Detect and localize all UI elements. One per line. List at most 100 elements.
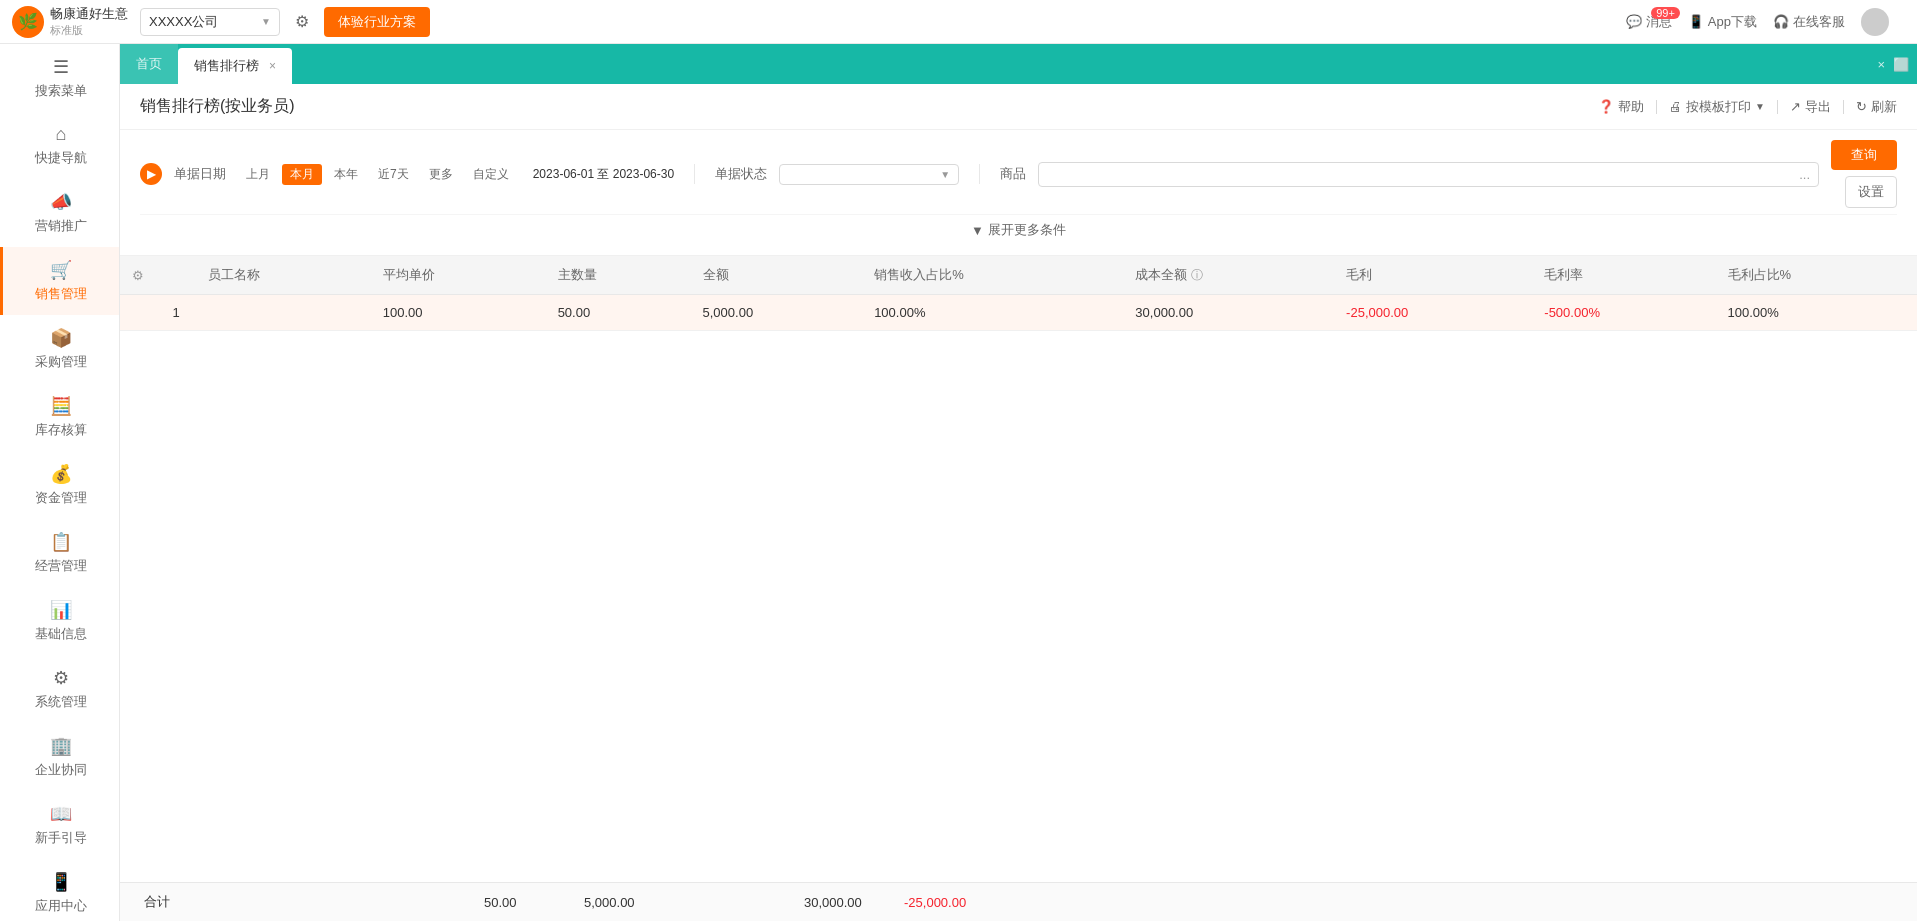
avatar[interactable]: [1861, 8, 1889, 36]
logo-icon: 🌿: [12, 6, 44, 38]
footer-cells: 50.00 5,000.00 30,000.00 -25,000.00: [212, 895, 1905, 910]
col-profit: 毛利: [1334, 256, 1532, 295]
divider1: [1656, 100, 1657, 114]
expand-more-btn[interactable]: ▼ 展开更多条件: [140, 214, 1897, 245]
cell-rank: 1: [156, 295, 196, 331]
company-name: XXXXX公司: [149, 13, 257, 31]
tab-bar: 首页 销售排行榜 × × ⬜: [120, 44, 1917, 84]
sidebar-item-inventory[interactable]: 🧮 库存核算: [0, 383, 119, 451]
date-tab-custom[interactable]: 自定义: [465, 164, 517, 185]
sidebar-item-system[interactable]: ⚙ 系统管理: [0, 655, 119, 723]
main-layout: ☰ 搜索菜单 ⌂ 快捷导航 📣 营销推广 🛒 销售管理 📦 采购管理 🧮 库存核…: [0, 44, 1917, 921]
tab-close-window-icon[interactable]: ×: [1877, 57, 1885, 72]
print-chevron-icon: ▼: [1755, 101, 1765, 112]
settings-button[interactable]: 设置: [1845, 176, 1897, 208]
sidebar-label-system: 系统管理: [35, 693, 87, 711]
filter-row-1: ▶ 单据日期 上月 本月 本年 近7天 更多 自定义 2023-06-01 至 …: [140, 140, 1897, 208]
print-icon: 🖨: [1669, 99, 1682, 114]
tab-home[interactable]: 首页: [120, 44, 178, 84]
sidebar-item-quick-nav[interactable]: ⌂ 快捷导航: [0, 112, 119, 179]
search-icon: ☰: [53, 56, 69, 78]
ellipsis-icon[interactable]: ...: [1799, 167, 1810, 182]
sidebar-item-marketing[interactable]: 📣 营销推广: [0, 179, 119, 247]
col-amount: 全额: [691, 256, 863, 295]
chevron-down-icon2: ▼: [940, 169, 950, 180]
inventory-icon: 🧮: [50, 395, 72, 417]
logo-area: 🌿 畅康通好生意 标准版: [12, 6, 132, 38]
chevron-down-icon: ▼: [261, 16, 271, 27]
app-download-button[interactable]: 📱 App下载: [1688, 13, 1757, 31]
app-icon: 📱: [50, 871, 72, 893]
tab-sales-rank-label: 销售排行榜: [194, 57, 259, 75]
page-title: 销售排行榜(按业务员): [140, 96, 295, 117]
header-actions: ❓ 帮助 🖨 按模板打印 ▼ ↗ 导出: [1598, 98, 1897, 116]
tab-close-icon[interactable]: ×: [269, 59, 276, 73]
filter-toggle-arrow[interactable]: ▶: [140, 163, 162, 185]
col-quantity: 主数量: [546, 256, 691, 295]
expand-icon: ▼: [971, 223, 984, 238]
sidebar-label-search: 搜索菜单: [35, 82, 87, 100]
logo-line1: 畅康通好生意: [50, 6, 128, 23]
sidebar-item-guide[interactable]: 📖 新手引导: [0, 791, 119, 859]
sidebar-label-app: 应用中心: [35, 897, 87, 915]
cell-name: [196, 295, 371, 331]
enterprise-icon: 🏢: [50, 735, 72, 757]
topbar-settings-icon[interactable]: ⚙: [288, 8, 316, 36]
sidebar-item-app[interactable]: 📱 应用中心: [0, 859, 119, 921]
footer-label: 合计: [132, 893, 212, 911]
sidebar-item-enterprise[interactable]: 🏢 企业协同: [0, 723, 119, 791]
date-tab-7days[interactable]: 近7天: [370, 164, 417, 185]
cell-avg-price: 100.00: [371, 295, 546, 331]
footer-amount: 5,000.00: [572, 895, 672, 910]
online-service-label: 在线客服: [1793, 13, 1845, 31]
col-name: 员工名称: [196, 256, 371, 295]
date-tab-more[interactable]: 更多: [421, 164, 461, 185]
sidebar-item-sales[interactable]: 🛒 销售管理: [0, 247, 119, 315]
export-icon: ↗: [1790, 99, 1801, 114]
sidebar-item-search[interactable]: ☰ 搜索菜单: [0, 44, 119, 112]
footer-cost: 30,000.00: [792, 895, 892, 910]
tab-maximize-icon[interactable]: ⬜: [1893, 57, 1909, 72]
sidebar-label-marketing: 营销推广: [35, 217, 87, 235]
cell-profit: -25,000.00: [1334, 295, 1532, 331]
query-button[interactable]: 查询: [1831, 140, 1897, 170]
tab-sales-rank[interactable]: 销售排行榜 ×: [178, 48, 292, 84]
cell-sales-pct: 100.00%: [862, 295, 1123, 331]
cell-amount: 5,000.00: [691, 295, 863, 331]
print-button[interactable]: 🖨 按模板打印 ▼: [1669, 98, 1765, 116]
trial-button[interactable]: 体验行业方案: [324, 7, 430, 37]
status-select[interactable]: ▼: [779, 164, 959, 185]
date-tab-this-year[interactable]: 本年: [326, 164, 366, 185]
refresh-button[interactable]: ↻ 刷新: [1856, 98, 1897, 116]
sidebar-item-finance[interactable]: 💰 资金管理: [0, 451, 119, 519]
sidebar-item-purchase[interactable]: 📦 采购管理: [0, 315, 119, 383]
sidebar-label-enterprise: 企业协同: [35, 761, 87, 779]
date-tab-last-month[interactable]: 上月: [238, 164, 278, 185]
status-label: 单据状态: [715, 165, 767, 183]
sidebar-label-sales: 销售管理: [35, 285, 87, 303]
export-button[interactable]: ↗ 导出: [1790, 98, 1831, 116]
headset-icon: 🎧: [1773, 14, 1789, 29]
message-button[interactable]: 💬 消息 99+: [1626, 13, 1672, 31]
finance-icon: 💰: [50, 463, 72, 485]
content-area: 首页 销售排行榜 × × ⬜ 销售排行榜(按业务员) ❓ 帮助: [120, 44, 1917, 921]
cost-info-icon: ⓘ: [1191, 268, 1203, 282]
footer-profit: -25,000.00: [892, 895, 992, 910]
help-button[interactable]: ❓ 帮助: [1598, 98, 1644, 116]
help-label: 帮助: [1618, 98, 1644, 116]
operations-icon: 📋: [50, 531, 72, 553]
purchase-icon: 📦: [50, 327, 72, 349]
company-selector[interactable]: XXXXX公司 ▼: [140, 8, 280, 36]
page-header: 销售排行榜(按业务员) ❓ 帮助 🖨 按模板打印 ▼ ↗: [120, 84, 1917, 130]
sidebar: ☰ 搜索菜单 ⌂ 快捷导航 📣 营销推广 🛒 销售管理 📦 采购管理 🧮 库存核…: [0, 44, 120, 921]
help-icon: ❓: [1598, 99, 1614, 114]
table-header-row: ⚙ 员工名称 平均单价 主数量 全额 销售收入占比% 成本全额 ⓘ 毛利 毛利率…: [120, 256, 1917, 295]
sidebar-item-basic[interactable]: 📊 基础信息: [0, 587, 119, 655]
sidebar-item-operations[interactable]: 📋 经营管理: [0, 519, 119, 587]
date-tab-this-month[interactable]: 本月: [282, 164, 322, 185]
online-service-button[interactable]: 🎧 在线客服: [1773, 13, 1845, 31]
system-icon: ⚙: [53, 667, 69, 689]
goods-input[interactable]: ...: [1038, 162, 1819, 187]
col-settings[interactable]: ⚙: [120, 256, 156, 295]
date-label: 单据日期: [174, 165, 226, 183]
